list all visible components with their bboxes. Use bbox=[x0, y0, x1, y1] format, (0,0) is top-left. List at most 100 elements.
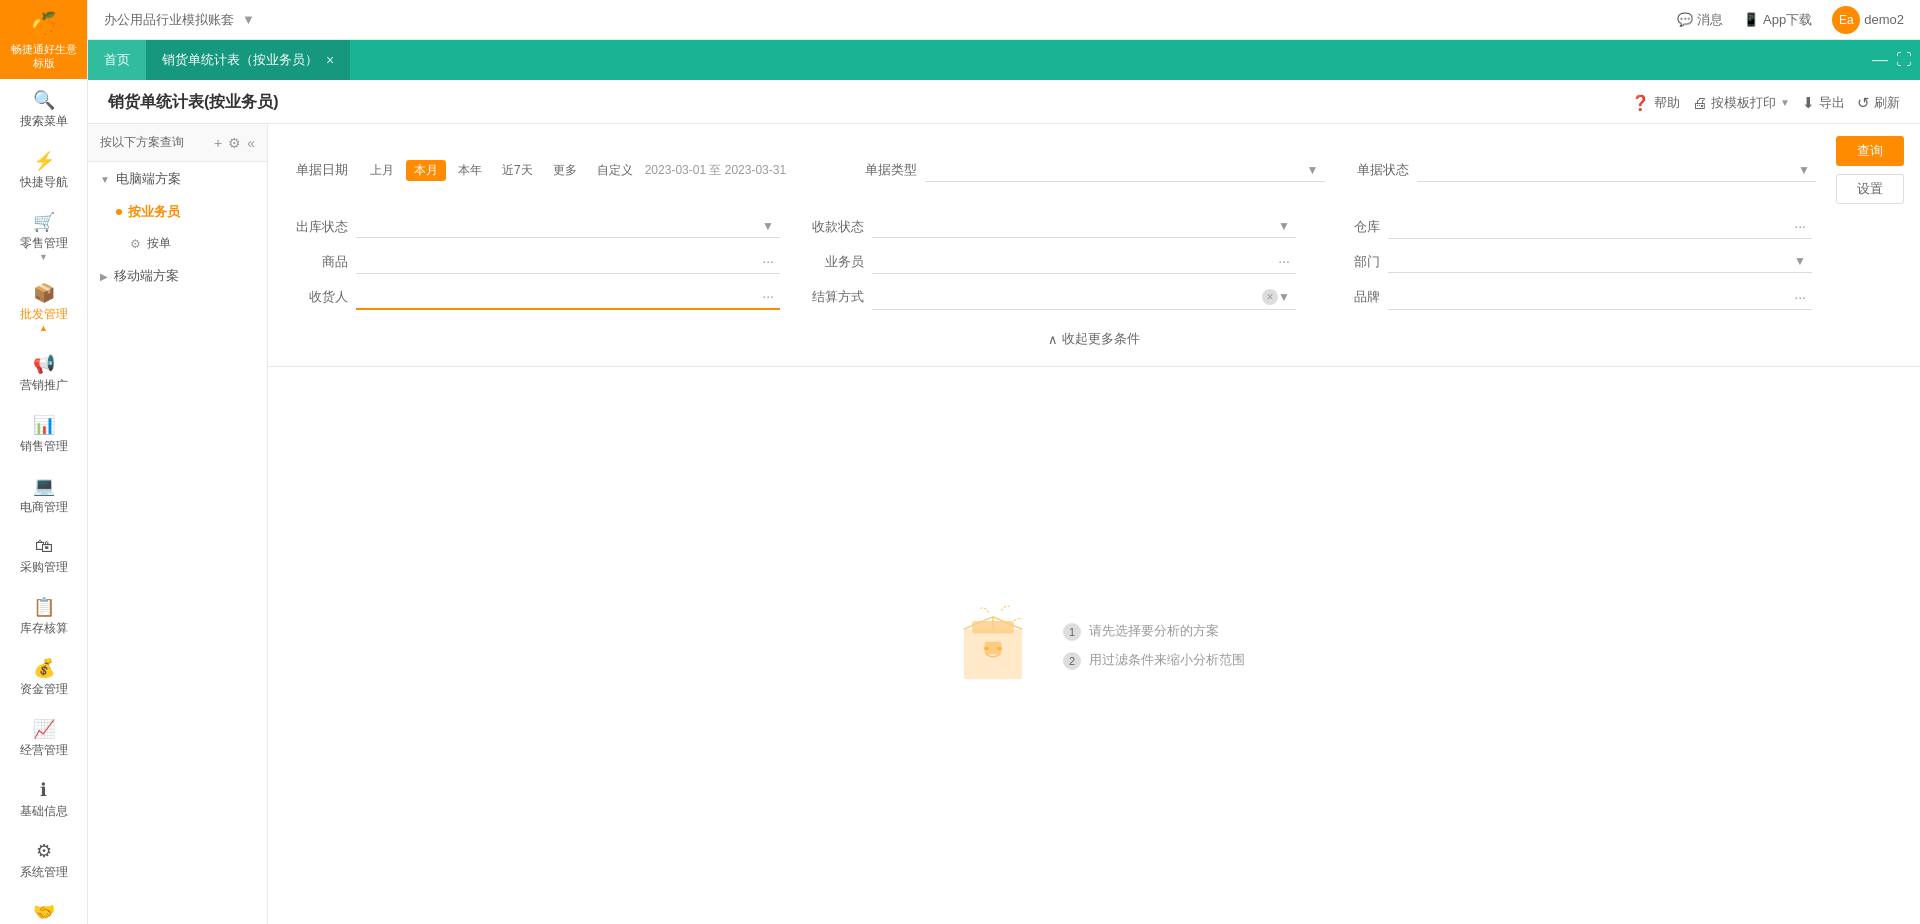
left-panel-header: 按以下方案查询 + ⚙ « bbox=[88, 124, 267, 162]
tab-home[interactable]: 首页 bbox=[88, 40, 146, 80]
sidebar-item-inventory[interactable]: 📋 库存核算 bbox=[0, 586, 87, 647]
export-btn[interactable]: ⬇ 导出 bbox=[1802, 94, 1845, 112]
sales-icon: 📊 bbox=[4, 414, 83, 436]
message-label: 消息 bbox=[1697, 11, 1723, 29]
svg-point-4 bbox=[997, 646, 1002, 649]
brand-label: 品牌 bbox=[1316, 288, 1388, 306]
receiver-filter[interactable]: ··· bbox=[356, 284, 780, 310]
refresh-label: 刷新 bbox=[1874, 94, 1900, 112]
sidebar-item-quick-nav[interactable]: ⚡ 快捷导航 bbox=[0, 140, 87, 201]
sidebar-item-search[interactable]: 🔍 搜索菜单 bbox=[0, 79, 87, 140]
salesperson-filter[interactable]: ··· bbox=[872, 249, 1296, 274]
sidebar-item-wholesale[interactable]: 📦 批发管理 ▲ bbox=[0, 272, 87, 343]
brand-filter[interactable]: ··· bbox=[1388, 285, 1812, 310]
settings-button[interactable]: 设置 bbox=[1836, 174, 1904, 204]
user-menu[interactable]: Ea demo2 bbox=[1832, 6, 1904, 34]
hint-text-1: 请先选择要分析的方案 bbox=[1089, 622, 1219, 640]
purchase-icon: 🛍 bbox=[4, 536, 83, 557]
sidebar-item-basic-info-label: 基础信息 bbox=[4, 803, 83, 820]
filter-row-2: 出库状态 ▼ 收款状态 ▼ 仓库 bbox=[284, 214, 1904, 239]
app-download-label: App下载 bbox=[1763, 11, 1812, 29]
warehouse-filter[interactable]: ··· bbox=[1388, 214, 1812, 239]
sidebar-item-ecommerce[interactable]: 💻 电商管理 bbox=[0, 465, 87, 526]
header-left: 办公用品行业模拟账套 ▼ bbox=[104, 11, 255, 29]
tree-expand-icon: ▼ bbox=[100, 174, 110, 185]
settlement-clear-btn[interactable]: × bbox=[1262, 289, 1278, 305]
sidebar-item-operations[interactable]: 📈 经营管理 bbox=[0, 708, 87, 769]
date-filter[interactable]: 上月 本月 本年 近7天 更多 自定义 2023-03-01 至 2023-03… bbox=[356, 156, 833, 185]
tree-item-desktop[interactable]: ▼ 电脑端方案 bbox=[88, 162, 267, 196]
refresh-btn[interactable]: ↺ 刷新 bbox=[1857, 94, 1900, 112]
help-btn[interactable]: ❓ 帮助 bbox=[1631, 94, 1680, 112]
sidebar: 🍊 畅捷通好生意 标版 🔍 搜索菜单 ⚡ 快捷导航 🛒 零售管理 ▼ 📦 批发管… bbox=[0, 0, 88, 924]
tab-close-btn[interactable]: × bbox=[326, 52, 334, 68]
goods-dots-icon: ··· bbox=[762, 253, 774, 269]
settlement-filter[interactable]: × ▼ bbox=[872, 285, 1296, 310]
goods-filter[interactable]: ··· bbox=[356, 249, 780, 274]
refresh-icon: ↺ bbox=[1857, 94, 1870, 112]
out-status-filter[interactable]: ▼ bbox=[356, 215, 780, 238]
query-btns-area: 查询 设置 bbox=[1828, 136, 1904, 204]
sidebar-item-quick-nav-label: 快捷导航 bbox=[4, 174, 83, 191]
username: demo2 bbox=[1864, 12, 1904, 27]
collapse-btn[interactable]: ∧ 收起更多条件 bbox=[1042, 324, 1146, 354]
sidebar-item-basic-info[interactable]: ℹ 基础信息 bbox=[0, 769, 87, 830]
empty-hint-2: 2 用过滤条件来缩小分析范围 bbox=[1063, 651, 1245, 670]
settings-scheme-btn[interactable]: ⚙ bbox=[228, 135, 241, 151]
app-logo[interactable]: 🍊 畅捷通好生意 标版 bbox=[0, 0, 87, 79]
doc-status-filter[interactable]: ▼ bbox=[1417, 159, 1817, 182]
tab-active[interactable]: 销货单统计表（按业务员） × bbox=[146, 40, 350, 80]
header-right: 💬 消息 📱 App下载 Ea demo2 bbox=[1677, 6, 1904, 34]
app-download-btn[interactable]: 📱 App下载 bbox=[1743, 11, 1812, 29]
phone-icon: 📱 bbox=[1743, 12, 1759, 27]
collapse-panel-btn[interactable]: « bbox=[247, 135, 255, 151]
minimize-icon[interactable]: — bbox=[1872, 51, 1888, 69]
sidebar-item-search-label: 搜索菜单 bbox=[4, 113, 83, 130]
date-btn-more[interactable]: 更多 bbox=[545, 160, 585, 181]
quick-nav-icon: ⚡ bbox=[4, 150, 83, 172]
sidebar-item-purchase[interactable]: 🛍 采购管理 bbox=[0, 526, 87, 586]
department-filter[interactable]: ▼ bbox=[1388, 250, 1812, 273]
payment-status-filter[interactable]: ▼ bbox=[872, 215, 1296, 238]
tree-sub-item-salesperson[interactable]: 按业务员 bbox=[88, 196, 267, 228]
date-label: 单据日期 bbox=[284, 161, 356, 179]
sidebar-item-retail[interactable]: 🛒 零售管理 ▼ bbox=[0, 201, 87, 272]
date-btn-this-year[interactable]: 本年 bbox=[450, 160, 490, 181]
collapse-row: ∧ 收起更多条件 bbox=[284, 320, 1904, 354]
add-scheme-btn[interactable]: + bbox=[214, 135, 222, 151]
receiver-dots-icon: ··· bbox=[762, 288, 774, 304]
chevron-down-icon[interactable]: ▼ bbox=[242, 12, 255, 27]
doc-status-label: 单据状态 bbox=[1345, 161, 1417, 179]
retail-icon: 🛒 bbox=[4, 211, 83, 233]
date-btn-this-month[interactable]: 本月 bbox=[406, 160, 446, 181]
sidebar-item-wholesale-label: 批发管理 bbox=[4, 306, 83, 323]
sidebar-item-marketing[interactable]: 📢 营销推广 bbox=[0, 343, 87, 404]
message-btn[interactable]: 💬 消息 bbox=[1677, 11, 1723, 29]
help-label: 帮助 bbox=[1654, 94, 1680, 112]
query-button[interactable]: 查询 bbox=[1836, 136, 1904, 166]
tree-desktop-label: 电脑端方案 bbox=[116, 170, 181, 188]
doc-type-filter[interactable]: ▼ bbox=[925, 159, 1325, 182]
date-btn-7days[interactable]: 近7天 bbox=[494, 160, 541, 181]
tree-mobile-label: 移动端方案 bbox=[114, 267, 179, 285]
payment-status-arrow-icon: ▼ bbox=[1278, 219, 1290, 233]
tree-mobile-expand-icon: ▶ bbox=[100, 271, 108, 282]
maximize-icon[interactable]: ⛶ bbox=[1896, 51, 1912, 69]
sidebar-item-finance[interactable]: 💰 资金管理 bbox=[0, 647, 87, 708]
tree-item-mobile[interactable]: ▶ 移动端方案 bbox=[88, 259, 267, 293]
brand-dots-icon: ··· bbox=[1794, 289, 1806, 305]
ecommerce-icon: 💻 bbox=[4, 475, 83, 497]
date-btn-last-month[interactable]: 上月 bbox=[362, 160, 402, 181]
sidebar-item-system[interactable]: ⚙ 系统管理 bbox=[0, 830, 87, 891]
date-btn-custom[interactable]: 自定义 bbox=[589, 160, 641, 181]
sidebar-item-sales[interactable]: 📊 销售管理 bbox=[0, 404, 87, 465]
tree-sub-item-by-order[interactable]: ⚙ 按单 bbox=[88, 228, 267, 259]
print-btn[interactable]: 🖨 按模板打印 ▼ bbox=[1692, 94, 1790, 112]
tab-active-label: 销货单统计表（按业务员） bbox=[162, 51, 318, 69]
filter-row-4: 收货人 ··· 结算方式 × ▼ 品牌 bbox=[284, 284, 1904, 310]
department-label: 部门 bbox=[1316, 253, 1388, 271]
settlement-label: 结算方式 bbox=[800, 288, 872, 306]
salesperson-label: 业务员 bbox=[800, 253, 872, 271]
sidebar-item-enterprise[interactable]: 🤝 企业协同 bbox=[0, 891, 87, 924]
svg-point-3 bbox=[984, 646, 989, 649]
